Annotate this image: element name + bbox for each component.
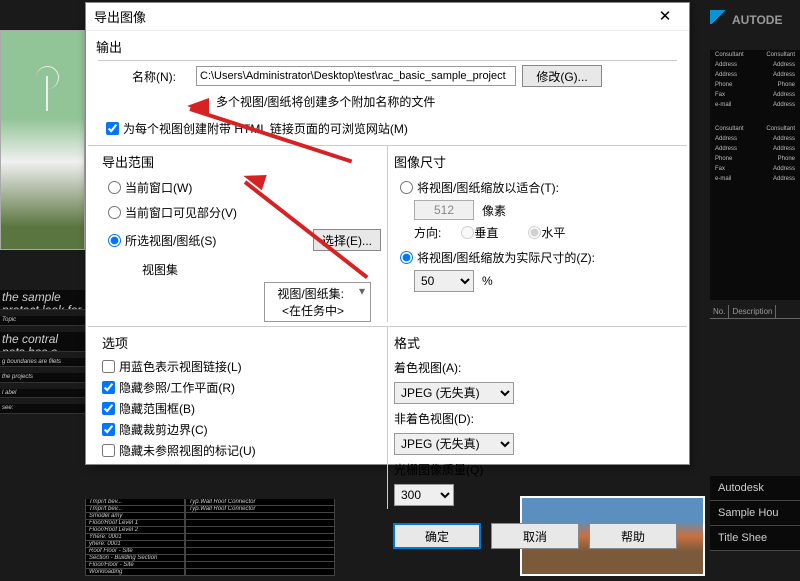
radio-fit[interactable]: [400, 181, 413, 194]
bg-left-captions: the sample protect look forthe len he pr…: [0, 290, 85, 414]
direction-label: 方向:: [414, 224, 441, 241]
radio-vertical[interactable]: [461, 226, 474, 239]
zoom-select[interactable]: 50: [414, 270, 474, 292]
dialog-title: 导出图像: [94, 7, 146, 26]
path-input[interactable]: [196, 66, 516, 86]
bg-preview-thumb: [0, 30, 85, 250]
viewset-label: 视图集: [142, 255, 381, 278]
ok-button[interactable]: 确定: [393, 523, 481, 549]
html-checkbox-label: 为每个视图创建附带 HTML 链接页面的可浏览网站(M): [123, 120, 408, 137]
bg-consultant-panel: ConsultantConsultant AddressAddress Addr…: [710, 50, 800, 300]
cb-hideunref-label: 隐藏未参照视图的标记(U): [119, 442, 256, 459]
cb-hidescope[interactable]: [102, 402, 115, 415]
cancel-button[interactable]: 取消: [491, 523, 579, 549]
radio-current-window[interactable]: [108, 181, 121, 194]
export-image-dialog: 导出图像 ✕ 输出 名称(N): 修改(G)... 多个视图/图纸将创建多个附加…: [85, 2, 690, 465]
radio-selected-views[interactable]: [108, 234, 121, 247]
pixels-label: 像素: [482, 202, 506, 219]
cb-hidescope-label: 隐藏范围框(B): [119, 400, 195, 417]
help-button[interactable]: 帮助: [589, 523, 677, 549]
viewset-selector[interactable]: 视图/图纸集: <在任务中>: [264, 282, 371, 322]
radio-fit-label: 将视图/图纸缩放以适合(T):: [417, 179, 559, 196]
change-button[interactable]: 修改(G)...: [522, 65, 602, 87]
section-output-title: 输出: [96, 31, 679, 60]
cb-hideref-label: 隐藏参照/工作平面(R): [119, 379, 235, 396]
radio-horizontal-label: 水平: [541, 224, 565, 241]
radio-current-visible[interactable]: [108, 206, 121, 219]
cb-hideunref[interactable]: [102, 444, 115, 457]
pixels-input[interactable]: [414, 200, 474, 220]
cb-bluelinks[interactable]: [102, 360, 115, 373]
radio-horizontal[interactable]: [528, 226, 541, 239]
bg-revision-table: No.Description: [710, 305, 800, 319]
radio-actual[interactable]: [400, 251, 413, 264]
section-format-title: 格式: [394, 327, 673, 356]
shaded-select[interactable]: JPEG (无失真): [394, 382, 514, 404]
cb-bluelinks-label: 用蓝色表示视图链接(L): [119, 358, 242, 375]
radio-actual-label: 将视图/图纸缩放为实际尺寸的(Z):: [417, 249, 595, 266]
section-range-title: 导出范围: [102, 146, 381, 175]
unshaded-label: 非着色视图(D):: [394, 407, 673, 430]
shaded-label: 着色视图(A):: [394, 356, 673, 379]
titlebar: 导出图像 ✕: [86, 3, 689, 31]
bg-titleblock: Autodesk Sample Hou Title Shee: [710, 476, 800, 551]
radio-current-visible-label: 当前窗口可见部分(V): [125, 204, 237, 221]
output-hint: 多个视图/图纸将创建多个附加名称的文件: [96, 91, 679, 116]
raster-label: 光栅图像质量(Q): [394, 458, 673, 481]
cb-hidecrop-label: 隐藏裁剪边界(C): [119, 421, 208, 438]
autodesk-logo: AUTODE: [710, 10, 800, 40]
name-label: 名称(N):: [96, 68, 196, 85]
close-button[interactable]: ✕: [649, 6, 681, 28]
radio-vertical-label: 垂直: [474, 224, 498, 241]
radio-selected-views-label: 所选视图/图纸(S): [125, 232, 216, 249]
section-size-title: 图像尺寸: [394, 146, 673, 175]
select-button[interactable]: 选择(E)...: [313, 229, 381, 251]
percent-label: %: [482, 274, 493, 288]
section-options-title: 选项: [102, 327, 381, 356]
cb-hidecrop[interactable]: [102, 423, 115, 436]
raster-select[interactable]: 300: [394, 484, 454, 506]
html-checkbox[interactable]: [106, 122, 119, 135]
unshaded-select[interactable]: JPEG (无失真): [394, 433, 514, 455]
radio-current-window-label: 当前窗口(W): [125, 179, 192, 196]
cb-hideref[interactable]: [102, 381, 115, 394]
